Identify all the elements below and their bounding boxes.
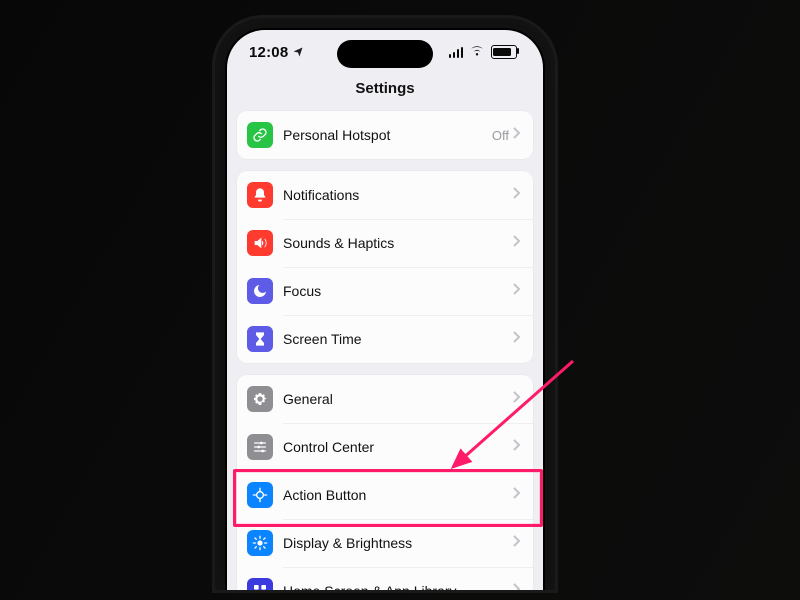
settings-row-home-screen-app-library[interactable]: Home Screen & App Library <box>237 567 533 590</box>
cell-signal-icon <box>449 46 464 58</box>
settings-row-label: Focus <box>283 283 513 299</box>
phone-bezel: 12:08 Settings Personal HotspotOff Notifi… <box>225 28 545 590</box>
settings-row-general[interactable]: General <box>237 375 533 423</box>
settings-row-control-center[interactable]: Control Center <box>237 423 533 471</box>
chevron-right-icon <box>513 282 523 300</box>
status-right <box>449 43 518 61</box>
battery-icon <box>491 45 517 59</box>
phone-screen: 12:08 Settings Personal HotspotOff Notifi… <box>227 30 543 590</box>
hourglass-icon <box>247 326 273 352</box>
chevron-right-icon <box>513 486 523 504</box>
settings-row-label: Personal Hotspot <box>283 127 492 143</box>
status-time: 12:08 <box>249 44 304 61</box>
settings-row-label: Screen Time <box>283 331 513 347</box>
settings-group: Notifications Sounds & Haptics Focus Screen… <box>237 171 533 363</box>
settings-row-display-brightness[interactable]: Display & Brightness <box>237 519 533 567</box>
chevron-right-icon <box>513 126 523 144</box>
page-title: Settings <box>227 80 543 107</box>
chevron-right-icon <box>513 390 523 408</box>
settings-row-notifications[interactable]: Notifications <box>237 171 533 219</box>
chevron-right-icon <box>513 234 523 252</box>
chevron-right-icon <box>513 186 523 204</box>
settings-group: Personal HotspotOff <box>237 111 533 159</box>
gear-icon <box>247 386 273 412</box>
settings-row-value: Off <box>492 128 509 143</box>
settings-row-label: Display & Brightness <box>283 535 513 551</box>
settings-row-personal-hotspot[interactable]: Personal HotspotOff <box>237 111 533 159</box>
settings-row-label: Notifications <box>283 187 513 203</box>
settings-row-sounds-haptics[interactable]: Sounds & Haptics <box>237 219 533 267</box>
chevron-right-icon <box>513 582 523 590</box>
phone-frame: 12:08 Settings Personal HotspotOff Notifi… <box>215 18 555 590</box>
brightness-icon <box>247 530 273 556</box>
action-icon <box>247 482 273 508</box>
grid-icon <box>247 578 273 590</box>
settings-row-screen-time[interactable]: Screen Time <box>237 315 533 363</box>
settings-row-label: Action Button <box>283 487 513 503</box>
dynamic-island <box>337 40 433 68</box>
settings-list: Personal HotspotOff Notifications Sounds &… <box>227 111 543 590</box>
wifi-icon <box>469 43 485 61</box>
speaker-icon <box>247 230 273 256</box>
settings-row-action-button[interactable]: Action Button <box>237 471 533 519</box>
chevron-right-icon <box>513 534 523 552</box>
bell-icon <box>247 182 273 208</box>
settings-row-label: Control Center <box>283 439 513 455</box>
sliders-icon <box>247 434 273 460</box>
link-icon <box>247 122 273 148</box>
chevron-right-icon <box>513 330 523 348</box>
stage: 12:08 Settings Personal HotspotOff Notifi… <box>0 0 800 600</box>
settings-row-label: General <box>283 391 513 407</box>
moon-icon <box>247 278 273 304</box>
location-icon <box>292 46 304 58</box>
status-time-text: 12:08 <box>249 44 288 61</box>
settings-row-focus[interactable]: Focus <box>237 267 533 315</box>
chevron-right-icon <box>513 438 523 456</box>
settings-row-label: Sounds & Haptics <box>283 235 513 251</box>
settings-row-label: Home Screen & App Library <box>283 583 513 590</box>
settings-group: General Control Center Action Button Displa… <box>237 375 533 590</box>
